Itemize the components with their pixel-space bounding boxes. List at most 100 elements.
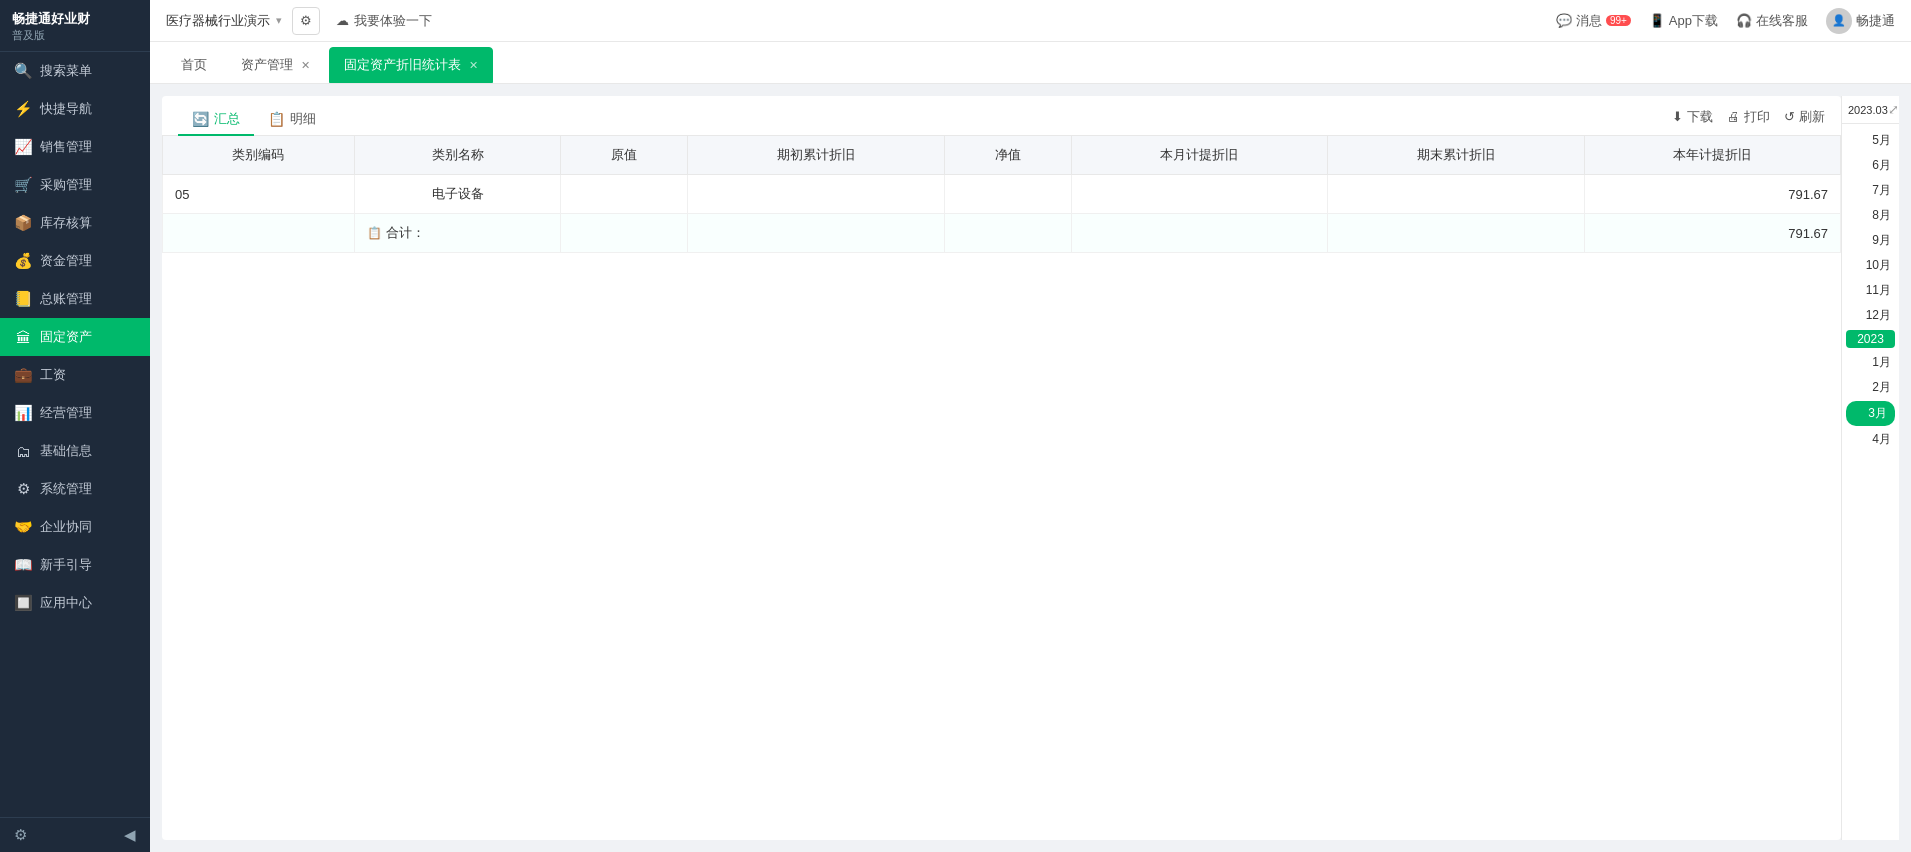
sidebar-label-apps: 应用中心	[40, 594, 92, 612]
print-label: 打印	[1744, 108, 1770, 126]
inventory-icon: 📦	[14, 214, 32, 232]
system-icon: ⚙	[14, 480, 32, 498]
sidebar-item-sales[interactable]: 📈销售管理	[0, 128, 150, 166]
user-menu[interactable]: 👤 畅捷通	[1826, 8, 1895, 34]
funds-icon: 💰	[14, 252, 32, 270]
month-item[interactable]: 12月	[1842, 303, 1899, 328]
plus-icon: 📋	[367, 226, 382, 240]
user-label: 畅捷通	[1856, 12, 1895, 30]
sidebar-item-apps[interactable]: 🔲应用中心	[0, 584, 150, 622]
sidebar-item-search[interactable]: 🔍搜索菜单	[0, 52, 150, 90]
tab-资产管理[interactable]: 资产管理✕	[226, 47, 325, 83]
month-item[interactable]: 11月	[1842, 278, 1899, 303]
app-download-button[interactable]: 📱 App下载	[1649, 12, 1718, 30]
col-header: 本年计提折旧	[1584, 136, 1840, 175]
table-body: 05电子设备791.67📋合计：791.67	[163, 175, 1841, 253]
quicknav-icon: ⚡	[14, 100, 32, 118]
sub-tabs: 🔄汇总📋明细 ⬇ 下载 🖨 打印 ↺ 刷新	[162, 96, 1841, 136]
tabs-bar: 首页资产管理✕固定资产折旧统计表✕	[150, 42, 1911, 84]
cell	[688, 175, 944, 214]
ledger-icon: 📒	[14, 290, 32, 308]
sidebar-menu: 🔍搜索菜单 ⚡ 快捷导航 📈销售管理🛒采购管理 📦 库存核算 💰 资金管理 📒总账管理🏛固定资产…	[0, 52, 150, 817]
basic-icon: 🗂	[14, 443, 32, 460]
topbar-settings-button[interactable]: ⚙	[292, 7, 320, 35]
sidebar-label-inventory: 库存核算	[40, 214, 92, 232]
print-button[interactable]: 🖨 打印	[1727, 108, 1770, 126]
col-header: 本月计提折旧	[1071, 136, 1327, 175]
sidebar-label-purchase: 采购管理	[40, 176, 92, 194]
sidebar-label-fixed: 固定资产	[40, 328, 92, 346]
cell	[561, 175, 688, 214]
company-name: 医疗器械行业演示	[166, 12, 270, 30]
col-header: 类别名称	[354, 136, 561, 175]
collab-icon: 🤝	[14, 518, 32, 536]
month-item[interactable]: 8月	[1842, 203, 1899, 228]
sidebar-item-quicknav[interactable]: ⚡ 快捷导航	[0, 90, 150, 128]
message-button[interactable]: 💬 消息 99+	[1556, 12, 1631, 30]
month-item[interactable]: 9月	[1842, 228, 1899, 253]
download-button[interactable]: ⬇ 下载	[1672, 108, 1713, 126]
col-header: 原值	[561, 136, 688, 175]
cell: 791.67	[1584, 175, 1840, 214]
depreciation-table: 类别编码类别名称原值期初累计折旧净值本月计提折旧期末累计折旧本年计提折旧 05电…	[162, 136, 1841, 253]
sidebar-item-salary[interactable]: 💼工资	[0, 356, 150, 394]
logo-title: 畅捷通好业财	[12, 10, 138, 28]
sidebar-label-quicknav: 快捷导航	[40, 100, 92, 118]
col-header: 净值	[944, 136, 1071, 175]
sidebar-logo: 畅捷通好业财 普及版	[0, 0, 150, 52]
date-panel-header: 2023.03 ⤢ ✕	[1842, 96, 1899, 124]
sidebar-item-operations[interactable]: 📊经营管理	[0, 394, 150, 432]
table-header-row: 类别编码类别名称原值期初累计折旧净值本月计提折旧期末累计折旧本年计提折旧	[163, 136, 1841, 175]
month-item[interactable]: 10月	[1842, 253, 1899, 278]
sidebar-item-purchase[interactable]: 🛒采购管理	[0, 166, 150, 204]
sub-tab-summary[interactable]: 🔄汇总	[178, 104, 254, 136]
tab-首页[interactable]: 首页	[166, 47, 222, 83]
month-item[interactable]: 6月	[1842, 153, 1899, 178]
sidebar-item-funds[interactable]: 💰 资金管理	[0, 242, 150, 280]
operations-icon: 📊	[14, 404, 32, 422]
month-item[interactable]: 3月	[1846, 401, 1895, 426]
tab-close-icon[interactable]: ✕	[469, 59, 478, 72]
sidebar-item-ledger[interactable]: 📒总账管理	[0, 280, 150, 318]
collapse-icon[interactable]: ◀	[124, 826, 136, 844]
summary-tab-icon: 🔄	[192, 111, 209, 127]
month-item[interactable]: 7月	[1842, 178, 1899, 203]
refresh-button[interactable]: ↺ 刷新	[1784, 108, 1825, 126]
sidebar-label-system: 系统管理	[40, 480, 92, 498]
month-item[interactable]: 2月	[1842, 375, 1899, 400]
experience-button[interactable]: ☁ 我要体验一下	[336, 12, 432, 30]
sidebar-item-fixed[interactable]: 🏛固定资产	[0, 318, 150, 356]
print-icon: 🖨	[1727, 109, 1740, 124]
service-button[interactable]: 🎧 在线客服	[1736, 12, 1808, 30]
sidebar-label-funds: 资金管理	[40, 252, 92, 270]
date-month-list: 5月6月7月8月9月10月11月12月 2023 1月2月3月4月	[1842, 124, 1899, 840]
month-item[interactable]: 4月	[1842, 427, 1899, 452]
sidebar-item-inventory[interactable]: 📦 库存核算	[0, 204, 150, 242]
sidebar-item-guide[interactable]: 📖新手引导	[0, 546, 150, 584]
sidebar-item-system[interactable]: ⚙ 系统管理	[0, 470, 150, 508]
tab-close-icon[interactable]: ✕	[301, 59, 310, 72]
sidebar-item-collab[interactable]: 🤝企业协同	[0, 508, 150, 546]
main: 医疗器械行业演示 ▾ ⚙ ☁ 我要体验一下 💬 消息 99+ 📱 App下载 🎧…	[150, 0, 1911, 852]
gear-icon: ⚙	[300, 13, 312, 28]
download-icon: ⬇	[1672, 109, 1683, 124]
tab-固定资产折旧统计表[interactable]: 固定资产折旧统计表✕	[329, 47, 493, 83]
month-item[interactable]: 5月	[1842, 128, 1899, 153]
date-panel-title: 2023.03	[1848, 104, 1888, 116]
sidebar-label-basic: 基础信息	[40, 442, 92, 460]
sales-icon: 📈	[14, 138, 32, 156]
toolbar-right: ⬇ 下载 🖨 打印 ↺ 刷新	[1672, 108, 1825, 132]
year-label[interactable]: 2023	[1846, 330, 1895, 348]
sub-tab-detail[interactable]: 📋明细	[254, 104, 330, 136]
month-item[interactable]: 1月	[1842, 350, 1899, 375]
company-selector[interactable]: 医疗器械行业演示 ▾	[166, 12, 282, 30]
settings-icon[interactable]: ⚙	[14, 826, 27, 844]
refresh-icon: ↺	[1784, 109, 1795, 124]
expand-icon[interactable]: ⤢	[1888, 102, 1899, 117]
mobile-icon: 📱	[1649, 13, 1665, 28]
experience-label: 我要体验一下	[354, 12, 432, 30]
sidebar-item-basic[interactable]: 🗂 基础信息	[0, 432, 150, 470]
sidebar-label-guide: 新手引导	[40, 556, 92, 574]
cell	[1071, 175, 1327, 214]
avatar: 👤	[1826, 8, 1852, 34]
